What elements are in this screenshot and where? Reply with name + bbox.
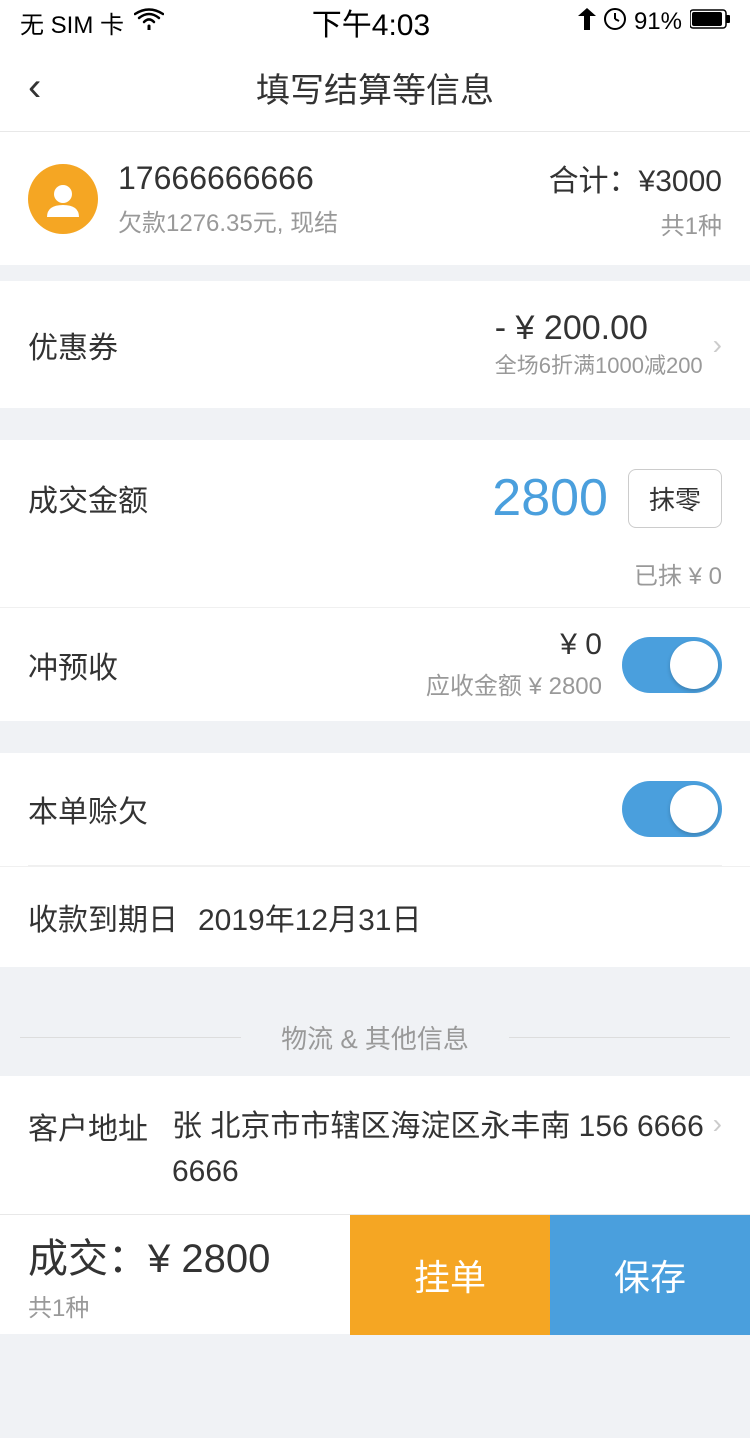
precharge-toggle[interactable]: [622, 637, 722, 693]
status-bar: 无 SIM 卡 下午4:03 91%: [0, 0, 750, 44]
duedate-section: 收款到期日 2019年12月31日: [0, 866, 750, 967]
sep-line-right: [509, 1037, 730, 1038]
debt-card: 本单赊欠 收款到期日 2019年12月31日: [0, 753, 750, 967]
clock-icon: [604, 8, 626, 37]
total-count: 共1种: [549, 206, 722, 241]
coupon-info: - ¥ 200.00 全场6折满1000减200: [495, 309, 703, 380]
precharge-receivable: 应收金额 ¥ 2800: [426, 666, 602, 701]
gray-gap-1: [0, 424, 750, 440]
debt-section: 本单赊欠: [0, 753, 750, 865]
address-label: 客户地址: [28, 1104, 148, 1148]
customer-left: 17666666666 欠款1276.35元, 现结: [28, 160, 338, 238]
gray-gap-3: [0, 983, 750, 999]
coupon-label: 优惠券: [28, 323, 118, 367]
sim-label: 无 SIM 卡: [20, 5, 124, 40]
customer-info: 17666666666 欠款1276.35元, 现结: [118, 160, 338, 238]
location-icon: [578, 8, 596, 37]
deal-amount-label: 成交金额: [28, 476, 148, 520]
bottom-deal-prefix: 成交：: [28, 1237, 148, 1281]
coupon-right: - ¥ 200.00 全场6折满1000减200 ›: [495, 309, 722, 380]
section-separator: 物流 & 其他信息: [0, 999, 750, 1076]
coupon-desc: 全场6折满1000减200: [495, 348, 703, 380]
customer-right: 合计：¥3000 共1种: [549, 156, 722, 241]
coupon-card: 优惠券 - ¥ 200.00 全场6折满1000减200 ›: [0, 281, 750, 408]
address-value: 张 北京市市辖区海淀区永丰南 156 6666 6666: [172, 1104, 713, 1194]
debt-label: 本单赊欠: [28, 787, 148, 831]
customer-debt: 欠款1276.35元, 现结: [118, 203, 338, 238]
precharge-info: ¥ 0 应收金额 ¥ 2800: [426, 628, 602, 701]
bottom-bar: 成交：¥ 2800 共1种 挂单 保存: [0, 1214, 750, 1334]
debt-toggle[interactable]: [622, 781, 722, 837]
deal-amount-row: 成交金额 2800 抹零: [28, 440, 722, 556]
round-zero-button[interactable]: 抹零: [628, 469, 722, 528]
gray-gap-2: [0, 737, 750, 753]
address-card: 客户地址 张 北京市市辖区海淀区永丰南 156 6666 6666 ›: [0, 1076, 750, 1222]
status-time: 下午4:03: [312, 0, 430, 44]
bottom-deal-label: 成交：¥ 2800: [28, 1226, 322, 1284]
precharge-label: 冲预收: [28, 643, 118, 687]
bottom-count: 共1种: [28, 1288, 322, 1323]
nav-title: 填写结算等信息: [256, 63, 494, 112]
duedate-label: 收款到期日: [28, 895, 178, 939]
hang-single-button[interactable]: 挂单: [350, 1215, 550, 1335]
customer-card: 17666666666 欠款1276.35元, 现结 合计：¥3000 共1种: [0, 132, 750, 265]
status-left: 无 SIM 卡: [20, 5, 164, 40]
coupon-row[interactable]: 优惠券 - ¥ 200.00 全场6折满1000减200 ›: [0, 281, 750, 408]
precharge-row: 冲预收 ¥ 0 应收金额 ¥ 2800: [0, 607, 750, 721]
deal-sub: 已抹 ¥ 0: [28, 556, 722, 607]
total-amount: 合计：¥3000: [549, 156, 722, 200]
deal-right: 2800 抹零: [492, 468, 722, 528]
nav-bar: ‹ 填写结算等信息: [0, 44, 750, 132]
address-chevron-icon: ›: [713, 1108, 722, 1140]
save-button[interactable]: 保存: [550, 1215, 750, 1335]
precharge-amount: ¥ 0: [426, 628, 602, 662]
address-row[interactable]: 客户地址 张 北京市市辖区海淀区永丰南 156 6666 6666 ›: [0, 1076, 750, 1222]
duedate-value: 2019年12月31日: [198, 895, 421, 939]
coupon-chevron-icon: ›: [713, 329, 722, 361]
sep-line-left: [20, 1037, 241, 1038]
customer-row: 17666666666 欠款1276.35元, 现结 合计：¥3000 共1种: [0, 132, 750, 265]
customer-phone: 17666666666: [118, 160, 338, 197]
battery-text: 91%: [634, 8, 682, 36]
coupon-discount: - ¥ 200.00: [495, 309, 703, 348]
bottom-summary: 成交：¥ 2800 共1种: [0, 1226, 350, 1323]
status-right: 91%: [578, 8, 730, 37]
avatar: [28, 164, 98, 234]
wifi-icon: [134, 8, 164, 37]
deal-section: 成交金额 2800 抹零 已抹 ¥ 0: [0, 440, 750, 607]
deal-amount-value: 2800: [492, 468, 608, 528]
precharge-right: ¥ 0 应收金额 ¥ 2800: [426, 628, 722, 701]
battery-icon: [690, 8, 730, 37]
back-button[interactable]: ‹: [28, 65, 41, 110]
bottom-deal-amount: ¥ 2800: [148, 1237, 270, 1281]
sep-text: 物流 & 其他信息: [281, 1019, 469, 1056]
